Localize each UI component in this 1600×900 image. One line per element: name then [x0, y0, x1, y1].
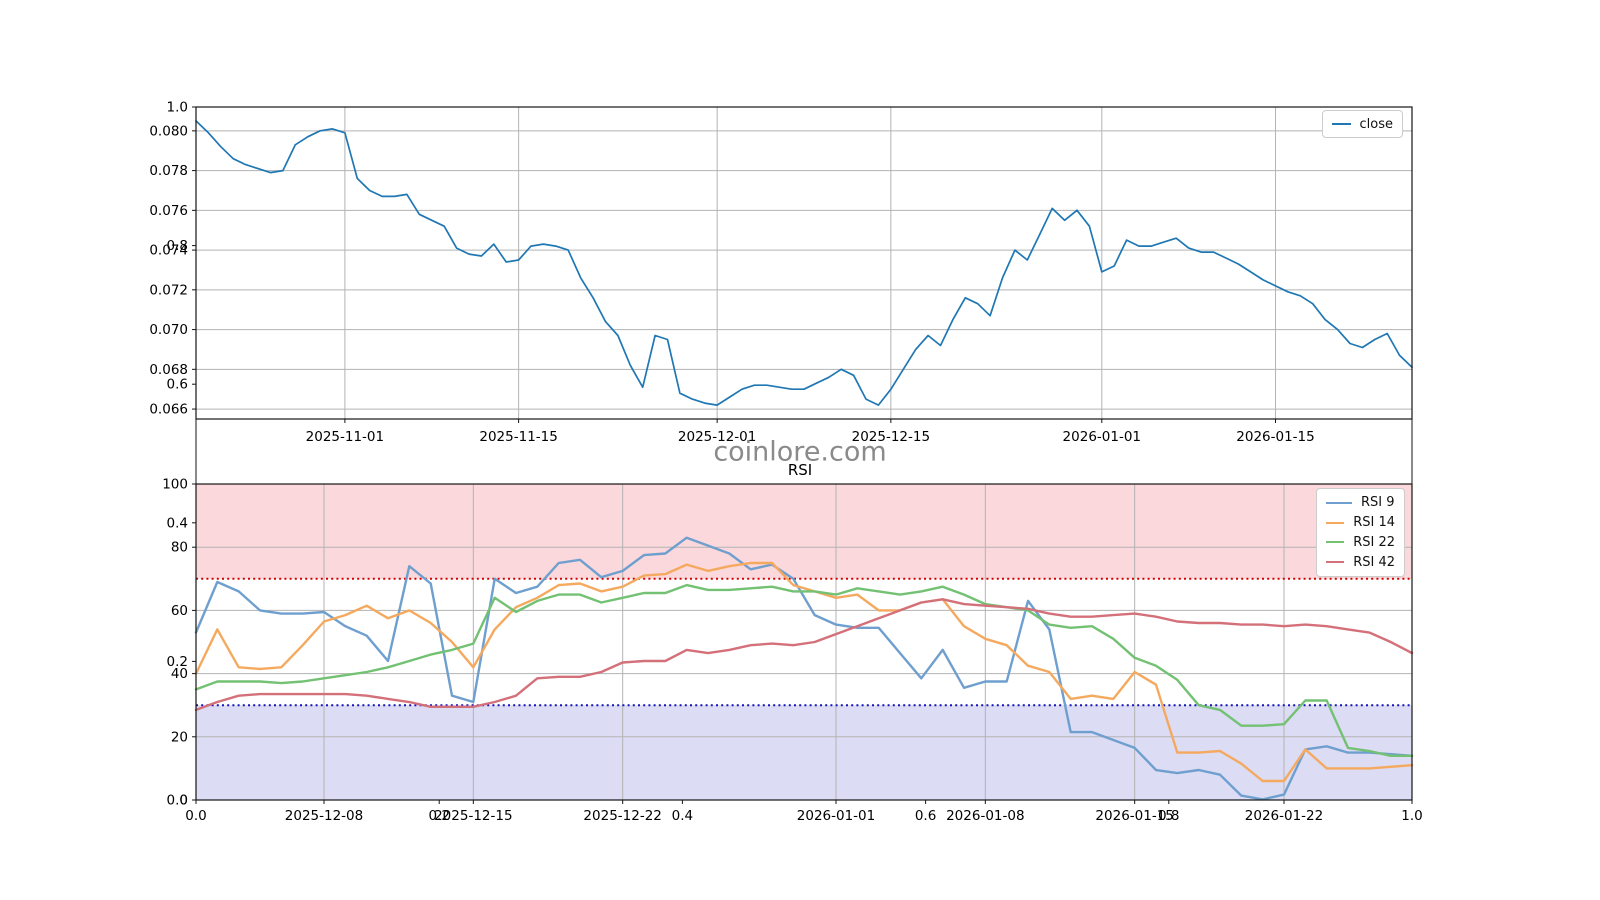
rsi-legend: RSI 9 RSI 14 RSI 22 RSI 42 — [1316, 488, 1405, 577]
svg-text:2026-01-08: 2026-01-08 — [946, 808, 1024, 824]
svg-text:0.8: 0.8 — [167, 238, 188, 254]
svg-text:0.0: 0.0 — [185, 808, 206, 824]
rsi14-line-swatch — [1326, 521, 1345, 524]
svg-text:0.072: 0.072 — [149, 282, 188, 298]
svg-text:2026-01-01: 2026-01-01 — [797, 808, 875, 824]
legend-item-rsi22: RSI 22 — [1326, 533, 1395, 553]
svg-text:2025-12-22: 2025-12-22 — [583, 808, 661, 824]
svg-text:0.076: 0.076 — [149, 203, 188, 219]
legend-label-rsi42: RSI 42 — [1353, 554, 1395, 570]
legend-item-rsi42: RSI 42 — [1326, 552, 1395, 572]
svg-text:2026-01-15: 2026-01-15 — [1236, 429, 1314, 445]
svg-text:0.6: 0.6 — [915, 808, 936, 824]
svg-text:0.4: 0.4 — [167, 515, 188, 531]
svg-text:0.078: 0.078 — [149, 163, 188, 179]
legend-item-close: close — [1332, 115, 1393, 133]
svg-text:0.2: 0.2 — [167, 654, 188, 670]
rsi-chart-title: RSI — [787, 461, 813, 479]
rsi9-line-swatch — [1326, 501, 1352, 504]
svg-text:0.070: 0.070 — [149, 322, 188, 338]
svg-text:0.6: 0.6 — [167, 377, 188, 393]
svg-text:20: 20 — [171, 729, 188, 745]
svg-text:0.2: 0.2 — [428, 808, 449, 824]
svg-text:0.080: 0.080 — [149, 123, 188, 139]
svg-text:80: 80 — [171, 540, 188, 556]
svg-text:60: 60 — [171, 603, 188, 619]
svg-text:0.8: 0.8 — [1158, 808, 1179, 824]
svg-text:1.0: 1.0 — [167, 100, 188, 116]
svg-text:2026-01-22: 2026-01-22 — [1245, 808, 1323, 824]
svg-text:0.0: 0.0 — [167, 793, 188, 809]
rsi22-line-swatch — [1326, 541, 1345, 544]
svg-text:2025-12-08: 2025-12-08 — [285, 808, 363, 824]
chart-page: 0.080 0.078 0.076 0.074 0.072 0.070 0.068 0.066… — [0, 0, 1600, 900]
svg-text:100: 100 — [162, 477, 188, 493]
svg-text:2025-11-01: 2025-11-01 — [306, 429, 384, 445]
legend-label-rsi9: RSI 9 — [1361, 495, 1395, 511]
legend-item-rsi9: RSI 9 — [1326, 493, 1395, 513]
close-line-swatch — [1332, 123, 1351, 125]
svg-text:0.4: 0.4 — [672, 808, 693, 824]
legend-label-rsi14: RSI 14 — [1353, 515, 1395, 531]
svg-text:1.0: 1.0 — [1401, 808, 1422, 824]
svg-text:2025-11-15: 2025-11-15 — [479, 429, 557, 445]
legend-label-rsi22: RSI 22 — [1353, 534, 1395, 550]
legend-item-rsi14: RSI 14 — [1326, 513, 1395, 533]
svg-text:0.066: 0.066 — [149, 402, 188, 418]
svg-text:2026-01-01: 2026-01-01 — [1063, 429, 1141, 445]
legend-label-close: close — [1359, 116, 1393, 132]
svg-text:0.068: 0.068 — [149, 362, 188, 378]
rsi42-line-swatch — [1326, 561, 1345, 564]
price-legend: close — [1322, 110, 1403, 138]
